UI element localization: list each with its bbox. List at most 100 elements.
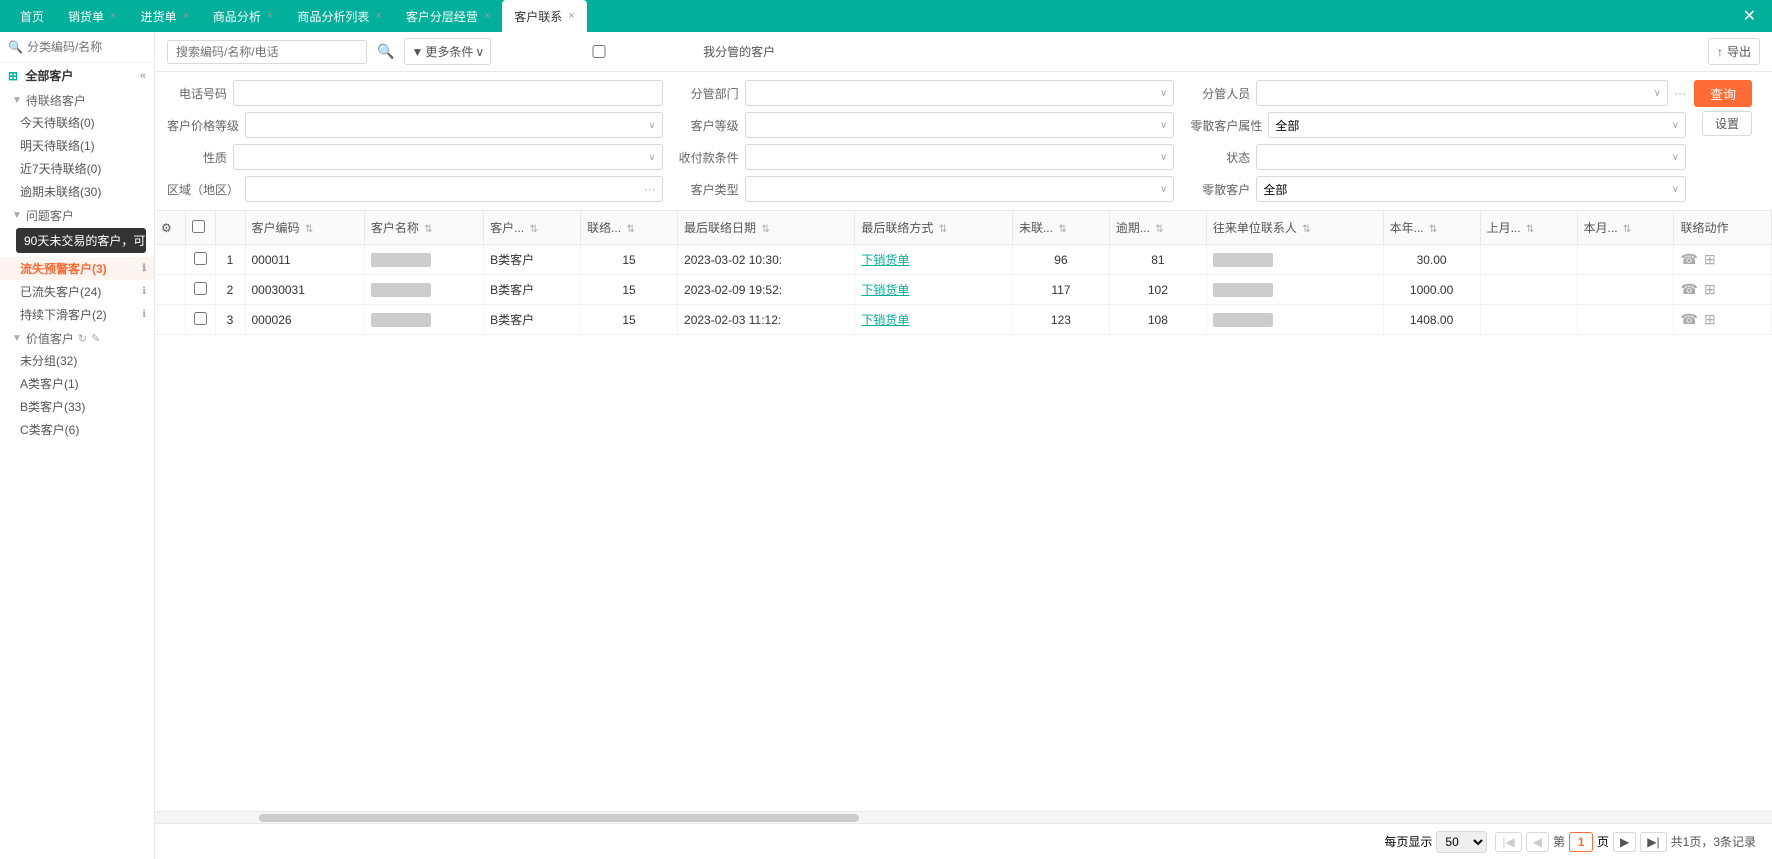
nav-product-analysis-list[interactable]: 商品分析列表 × [285,0,393,32]
action-more-0[interactable]: ⊞ [1704,251,1716,268]
sidebar-section-value[interactable]: ▼ 价值客户 ↻ ✎ [0,326,154,349]
sidebar-item-today[interactable]: 今天待联络(0) [0,111,154,134]
col-last-method[interactable]: 最后联络方式 ⇅ [855,211,1013,245]
edit-icon[interactable]: ✎ [91,332,100,345]
cell-checkbox-0[interactable] [185,245,215,275]
row-checkbox-0[interactable] [194,252,207,265]
nav-customer-segment[interactable]: 客户分层经营 × [394,0,502,32]
cell-checkbox-2[interactable] [185,305,215,335]
retail-customer-select[interactable]: 全部 ∨ [1256,176,1686,202]
payment-select[interactable]: ∨ [745,144,1175,170]
scrollbar-thumb[interactable] [259,814,859,822]
sort-contact[interactable]: ⇅ [626,224,634,235]
sort-overdue[interactable]: ⇅ [1155,224,1163,235]
manager-select[interactable]: ∨ [1256,80,1668,106]
dept-select[interactable]: ∨ [745,80,1175,106]
filter-settings-button[interactable]: 设置 [1702,111,1752,136]
nature-select[interactable]: ∨ [233,144,663,170]
sort-not-contacted[interactable]: ⇅ [1058,224,1066,235]
col-this-month[interactable]: 本月... ⇅ [1577,211,1674,245]
sidebar-item-b-class[interactable]: B类客户(33) [0,395,154,418]
col-contact[interactable]: 联络... ⇅ [581,211,678,245]
nav-purchase-order[interactable]: 进货单 × [128,0,200,32]
refresh-icon[interactable]: ↻ [78,332,87,345]
sidebar-item-churned[interactable]: 已流失客户(24) ℹ [0,280,154,303]
sidebar-item-declining[interactable]: 持续下滑客户(2) ℹ [0,303,154,326]
col-settings[interactable]: ⚙ [155,211,185,245]
action-contact-0[interactable]: ☎ [1680,251,1697,268]
col-name[interactable]: 客户名称 ⇅ [364,211,483,245]
sidebar-section-problem[interactable]: ▼ 问题客户 [0,203,154,226]
close-purchase-order[interactable]: × [182,10,188,22]
sidebar-item-churn-warning[interactable]: 流失预警客户(3) ℹ [0,257,154,280]
retail-attr-select[interactable]: 全部 ∨ [1268,112,1686,138]
close-product-analysis-list[interactable]: × [375,10,381,22]
sidebar-root[interactable]: ⊞ 全部客户 « [0,63,154,88]
page-size-dropdown[interactable]: 50 20 100 [1436,831,1487,853]
next-page-btn[interactable]: ▶ [1613,832,1636,852]
close-product-analysis[interactable]: × [267,10,273,22]
window-close-button[interactable]: ✕ [1735,6,1764,26]
col-overdue[interactable]: 逾期... ⇅ [1109,211,1206,245]
action-contact-2[interactable]: ☎ [1680,311,1697,328]
row-checkbox-1[interactable] [194,282,207,295]
nav-customer-contact[interactable]: 客户联系 × [502,0,586,32]
cell-method-1[interactable]: 下销货单 [855,275,1013,305]
first-page-btn[interactable]: |◀ [1495,832,1521,852]
action-contact-1[interactable]: ☎ [1680,281,1697,298]
sort-last-method[interactable]: ⇅ [939,224,947,235]
search-button[interactable]: 🔍 [375,41,396,62]
row-checkbox-2[interactable] [194,312,207,325]
close-customer-contact[interactable]: × [568,10,574,22]
col-code[interactable]: 客户编码 ⇅ [245,211,364,245]
sidebar-item-unclassified[interactable]: 未分组(32) [0,349,154,372]
select-all-checkbox[interactable] [192,220,205,233]
cell-method-0[interactable]: 下销货单 [855,245,1013,275]
nav-home[interactable]: 首页 [8,0,56,32]
last-page-btn[interactable]: ▶| [1640,832,1666,852]
sort-type[interactable]: ⇅ [529,224,537,235]
sidebar-item-c-class[interactable]: C类客户(6) [0,418,154,441]
region-dots[interactable]: ··· [644,182,656,196]
sidebar-section-pending[interactable]: ▼ 待联络客户 [0,88,154,111]
action-more-1[interactable]: ⊞ [1704,281,1716,298]
search-input[interactable] [167,40,367,64]
sidebar-search-input[interactable] [27,40,155,54]
query-button[interactable]: 查询 [1694,80,1752,107]
sort-last-date[interactable]: ⇅ [761,224,769,235]
col-not-contacted[interactable]: 未联... ⇅ [1012,211,1109,245]
nav-product-analysis[interactable]: 商品分析 × [201,0,285,32]
region-select[interactable]: ··· [245,176,663,202]
action-more-2[interactable]: ⊞ [1704,311,1716,328]
sidebar-item-7days[interactable]: 近7天待联络(0) [0,157,154,180]
sidebar-item-overdue[interactable]: 逾期未联络(30) [0,180,154,203]
my-customers-checkbox[interactable]: 我分管的客户 [499,43,775,60]
sort-this-year[interactable]: ⇅ [1429,224,1437,235]
customer-type-select[interactable]: ∨ [745,176,1175,202]
manager-dots[interactable]: ··· [1674,86,1686,100]
my-customers-check[interactable] [499,45,699,58]
sidebar-item-tomorrow[interactable]: 明天待联络(1) [0,134,154,157]
col-unit-contact[interactable]: 往来单位联系人 ⇅ [1206,211,1383,245]
col-this-year[interactable]: 本年... ⇅ [1383,211,1480,245]
export-button[interactable]: ↑ 导出 [1708,38,1760,65]
sort-this-month[interactable]: ⇅ [1623,224,1631,235]
col-last-date[interactable]: 最后联络日期 ⇅ [678,211,855,245]
sidebar-item-a-class[interactable]: A类客户(1) [0,372,154,395]
price-level-select[interactable]: ∨ [245,112,663,138]
horizontal-scrollbar[interactable] [155,811,1772,823]
sort-unit-contact[interactable]: ⇅ [1302,224,1310,235]
more-conditions-btn[interactable]: ▼ 更多条件 ∨ [404,38,491,65]
col-checkbox[interactable] [185,211,215,245]
sort-code[interactable]: ⇅ [305,224,313,235]
status-select[interactable]: ∨ [1256,144,1686,170]
cell-checkbox-1[interactable] [185,275,215,305]
table-settings-icon[interactable]: ⚙ [161,221,172,235]
customer-level-select[interactable]: ∨ [745,112,1175,138]
phone-input[interactable] [233,80,663,106]
prev-page-btn[interactable]: ◀ [1526,832,1549,852]
cell-method-2[interactable]: 下销货单 [855,305,1013,335]
sort-name[interactable]: ⇅ [424,224,432,235]
nav-sales-order[interactable]: 销货单 × [56,0,128,32]
sort-last-month[interactable]: ⇅ [1526,224,1534,235]
